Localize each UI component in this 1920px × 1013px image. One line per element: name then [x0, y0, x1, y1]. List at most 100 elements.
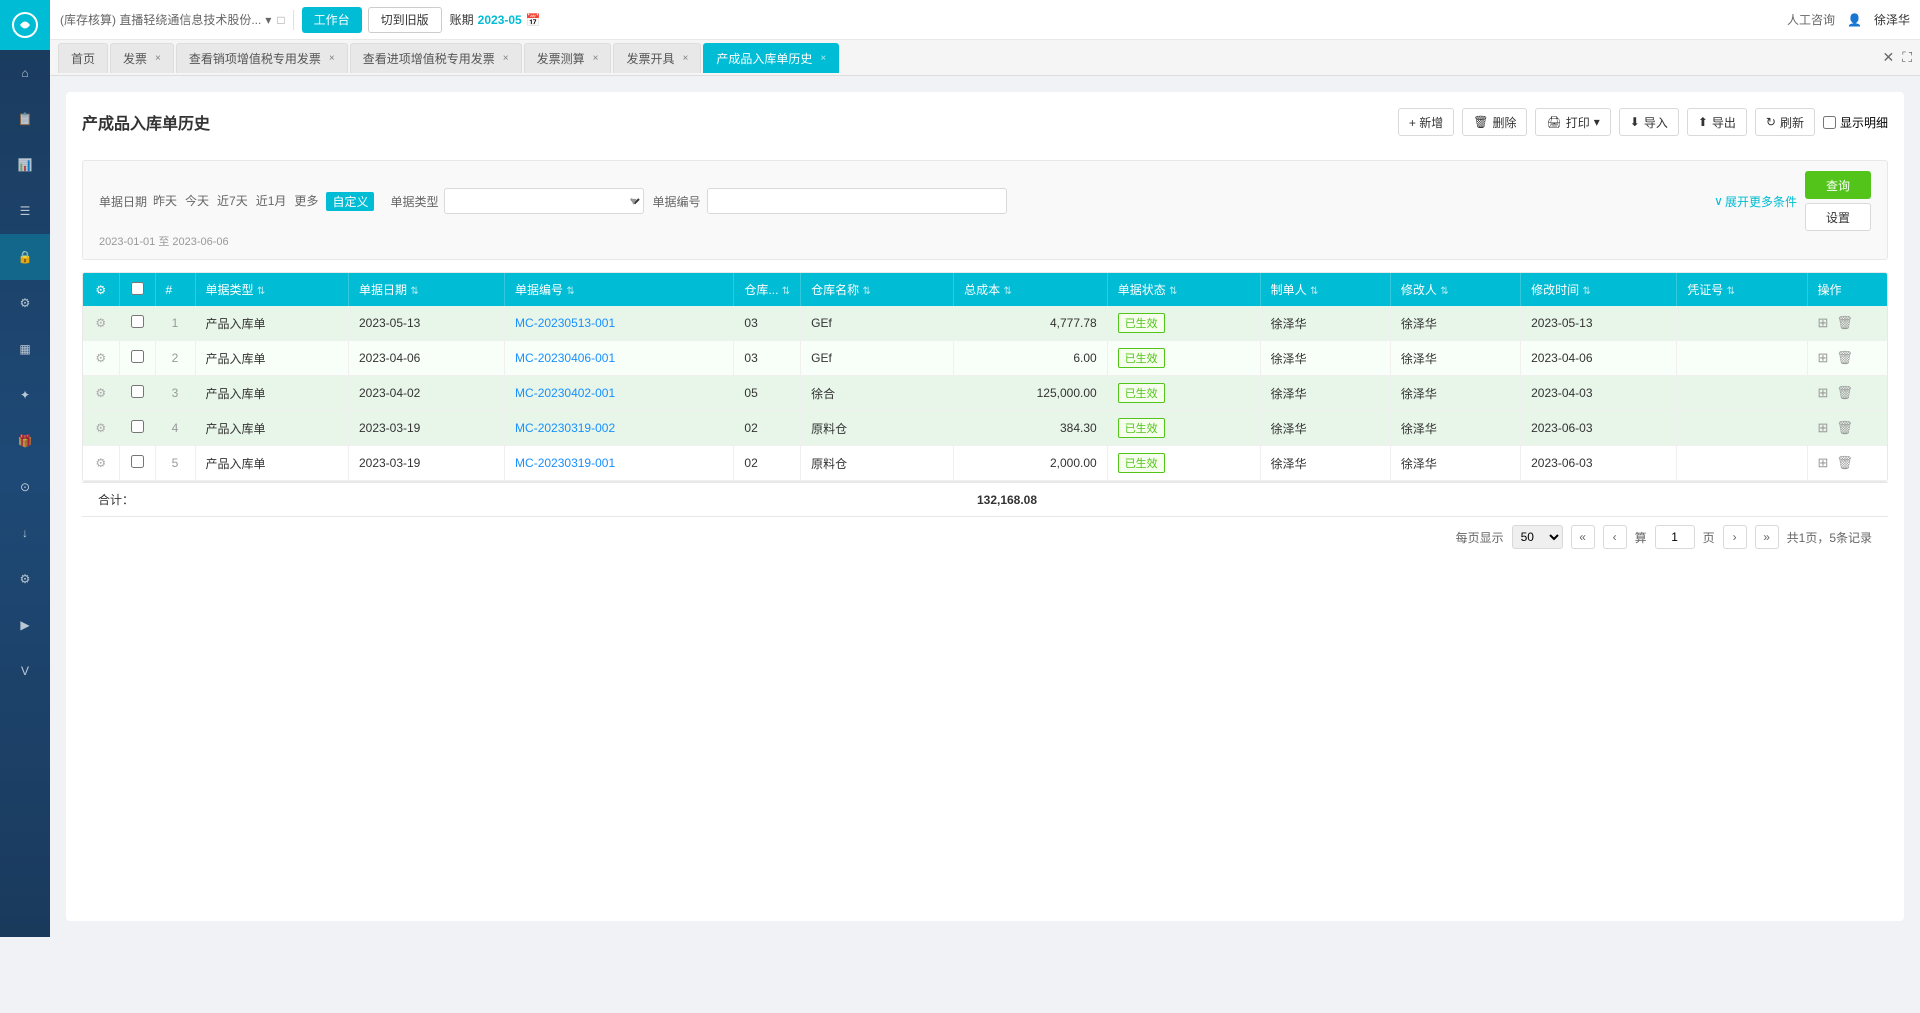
th-modifier[interactable]: 修改人 ⇅ — [1390, 273, 1520, 306]
per-page-select[interactable]: 50 100 200 — [1512, 525, 1563, 549]
th-type[interactable]: 单据类型 ⇅ — [195, 273, 348, 306]
tab-invoice-calc-close[interactable]: × — [593, 53, 599, 64]
tab-invoice-open-close[interactable]: × — [682, 53, 688, 64]
show-detail-checkbox[interactable] — [1823, 116, 1836, 129]
copy-icon[interactable]: □ — [277, 13, 284, 27]
code-link[interactable]: MC-20230513-001 — [515, 316, 615, 330]
td-code[interactable]: MC-20230406-001 — [505, 341, 734, 376]
delete-row-icon[interactable]: 🗑 — [1836, 315, 1853, 331]
filter-number-input[interactable] — [707, 188, 1007, 214]
td-checkbox[interactable] — [119, 411, 155, 446]
filter-type-select[interactable] — [444, 188, 644, 214]
td-settings[interactable]: ⚙ — [83, 341, 119, 376]
ai-consult-link[interactable]: 人工咨询 — [1787, 11, 1835, 28]
sidebar-item-list[interactable]: ☰ — [0, 188, 50, 234]
edit-icon[interactable]: ⊞ — [1818, 420, 1829, 436]
td-settings[interactable]: ⚙ — [83, 376, 119, 411]
edit-icon[interactable]: ⊞ — [1818, 315, 1829, 331]
sidebar-item-chart[interactable]: 📊 — [0, 142, 50, 188]
delete-row-icon[interactable]: 🗑 — [1836, 385, 1853, 401]
query-button[interactable]: 查询 — [1805, 171, 1871, 199]
th-settings[interactable]: ⚙ — [83, 273, 119, 306]
code-link[interactable]: MC-20230319-002 — [515, 421, 615, 435]
td-checkbox[interactable] — [119, 306, 155, 341]
th-modify-time[interactable]: 修改时间 ⇅ — [1521, 273, 1677, 306]
th-date[interactable]: 单据日期 ⇅ — [348, 273, 504, 306]
th-checkbox[interactable] — [119, 273, 155, 306]
code-link[interactable]: MC-20230319-001 — [515, 456, 615, 470]
delete-row-icon[interactable]: 🗑 — [1836, 420, 1853, 436]
sidebar-item-gear2[interactable]: ⚙ — [0, 556, 50, 602]
sidebar-item-v[interactable]: V — [0, 648, 50, 694]
refresh-button[interactable]: ↻ 刷新 — [1755, 108, 1815, 136]
tab-invoice-close[interactable]: × — [155, 53, 161, 64]
tab-check-sales-close[interactable]: × — [329, 53, 335, 64]
code-link[interactable]: MC-20230406-001 — [515, 351, 615, 365]
th-code[interactable]: 单据编号 ⇅ — [505, 273, 734, 306]
delete-row-icon[interactable]: 🗑 — [1836, 455, 1853, 471]
td-settings[interactable]: ⚙ — [83, 446, 119, 481]
td-code[interactable]: MC-20230319-001 — [505, 446, 734, 481]
show-detail-checkbox-container[interactable]: 显示明细 — [1823, 114, 1888, 131]
sidebar-item-lock[interactable]: 🔒 — [0, 234, 50, 280]
last-page-button[interactable]: » — [1755, 525, 1779, 549]
sidebar-item-document[interactable]: 📋 — [0, 96, 50, 142]
td-code[interactable]: MC-20230319-002 — [505, 411, 734, 446]
sidebar-item-settings2[interactable]: ⚙ — [0, 280, 50, 326]
tab-invoice[interactable]: 发票 × — [110, 43, 174, 73]
code-link[interactable]: MC-20230402-001 — [515, 386, 615, 400]
sidebar-item-play[interactable]: ▶ — [0, 602, 50, 648]
td-code[interactable]: MC-20230402-001 — [505, 376, 734, 411]
edit-icon[interactable]: ⊞ — [1818, 350, 1829, 366]
tab-invoice-calc[interactable]: 发票测算 × — [524, 43, 612, 73]
td-checkbox[interactable] — [119, 446, 155, 481]
th-total-cost[interactable]: 总成本 ⇅ — [954, 273, 1108, 306]
td-settings[interactable]: ⚙ — [83, 411, 119, 446]
tab-invoice-open[interactable]: 发票开具 × — [613, 43, 701, 73]
date-shortcut-custom[interactable]: 自定义 — [326, 192, 374, 211]
tab-product-instock-close[interactable]: × — [820, 53, 826, 64]
sidebar-item-clock[interactable]: ⊙ — [0, 464, 50, 510]
select-all-checkbox[interactable] — [131, 282, 144, 295]
next-page-button[interactable]: › — [1723, 525, 1747, 549]
th-warehouse-code[interactable]: 仓库... ⇅ — [734, 273, 801, 306]
calendar-icon[interactable]: 📅 — [526, 13, 541, 27]
td-checkbox[interactable] — [119, 376, 155, 411]
date-shortcut-more[interactable]: 更多 — [294, 192, 318, 211]
th-warehouse-name[interactable]: 仓库名称 ⇅ — [801, 273, 954, 306]
th-status[interactable]: 单据状态 ⇅ — [1107, 273, 1260, 306]
user-name[interactable]: 徐泽华 — [1874, 11, 1910, 28]
tab-check-input-close[interactable]: × — [503, 53, 509, 64]
th-voucher[interactable]: 凭证号 ⇅ — [1677, 273, 1807, 306]
tab-home[interactable]: 首页 — [58, 43, 108, 73]
sidebar-item-download[interactable]: ↓ — [0, 510, 50, 556]
sidebar-item-home[interactable]: ⌂ — [0, 50, 50, 96]
workbench-button[interactable]: 工作台 — [302, 7, 362, 33]
tab-product-instock-history[interactable]: 产成品入库单历史 × — [703, 43, 839, 73]
td-checkbox[interactable] — [119, 341, 155, 376]
import-button[interactable]: ⬇ 导入 — [1619, 108, 1679, 136]
date-shortcut-today[interactable]: 今天 — [185, 192, 209, 211]
date-shortcut-1month[interactable]: 近1月 — [256, 192, 287, 211]
edit-icon[interactable]: ⊞ — [1818, 385, 1829, 401]
date-shortcut-7days[interactable]: 近7天 — [217, 192, 248, 211]
edit-icon[interactable]: ⊞ — [1818, 455, 1829, 471]
prev-page-button[interactable]: ‹ — [1603, 525, 1627, 549]
td-settings[interactable]: ⚙ — [83, 306, 119, 341]
delete-button[interactable]: 🗑 删除 — [1462, 108, 1527, 136]
print-button[interactable]: 🖨 打印 ▾ — [1535, 108, 1610, 136]
new-button[interactable]: + 新增 — [1398, 108, 1454, 136]
tab-close-all-icon[interactable]: ✕ — [1882, 49, 1894, 66]
delete-row-icon[interactable]: 🗑 — [1836, 350, 1853, 366]
sidebar-item-gift[interactable]: 🎁 — [0, 418, 50, 464]
sidebar-item-table[interactable]: ▦ — [0, 326, 50, 372]
export-button[interactable]: ⬆ 导出 — [1687, 108, 1747, 136]
tab-check-sales-vat[interactable]: 查看销项增值税专用发票 × — [176, 43, 348, 73]
date-shortcut-yesterday[interactable]: 昨天 — [153, 192, 177, 211]
expand-icon[interactable]: ▾ — [265, 13, 271, 27]
tab-maximize-icon[interactable]: ⛶ — [1902, 49, 1912, 66]
th-creator[interactable]: 制单人 ⇅ — [1260, 273, 1390, 306]
tab-check-input-vat[interactable]: 查看进项增值税专用发票 × — [350, 43, 522, 73]
expand-more-btn[interactable]: ∨ 展开更多条件 — [1714, 193, 1797, 210]
setting-button[interactable]: 设置 — [1805, 203, 1871, 231]
